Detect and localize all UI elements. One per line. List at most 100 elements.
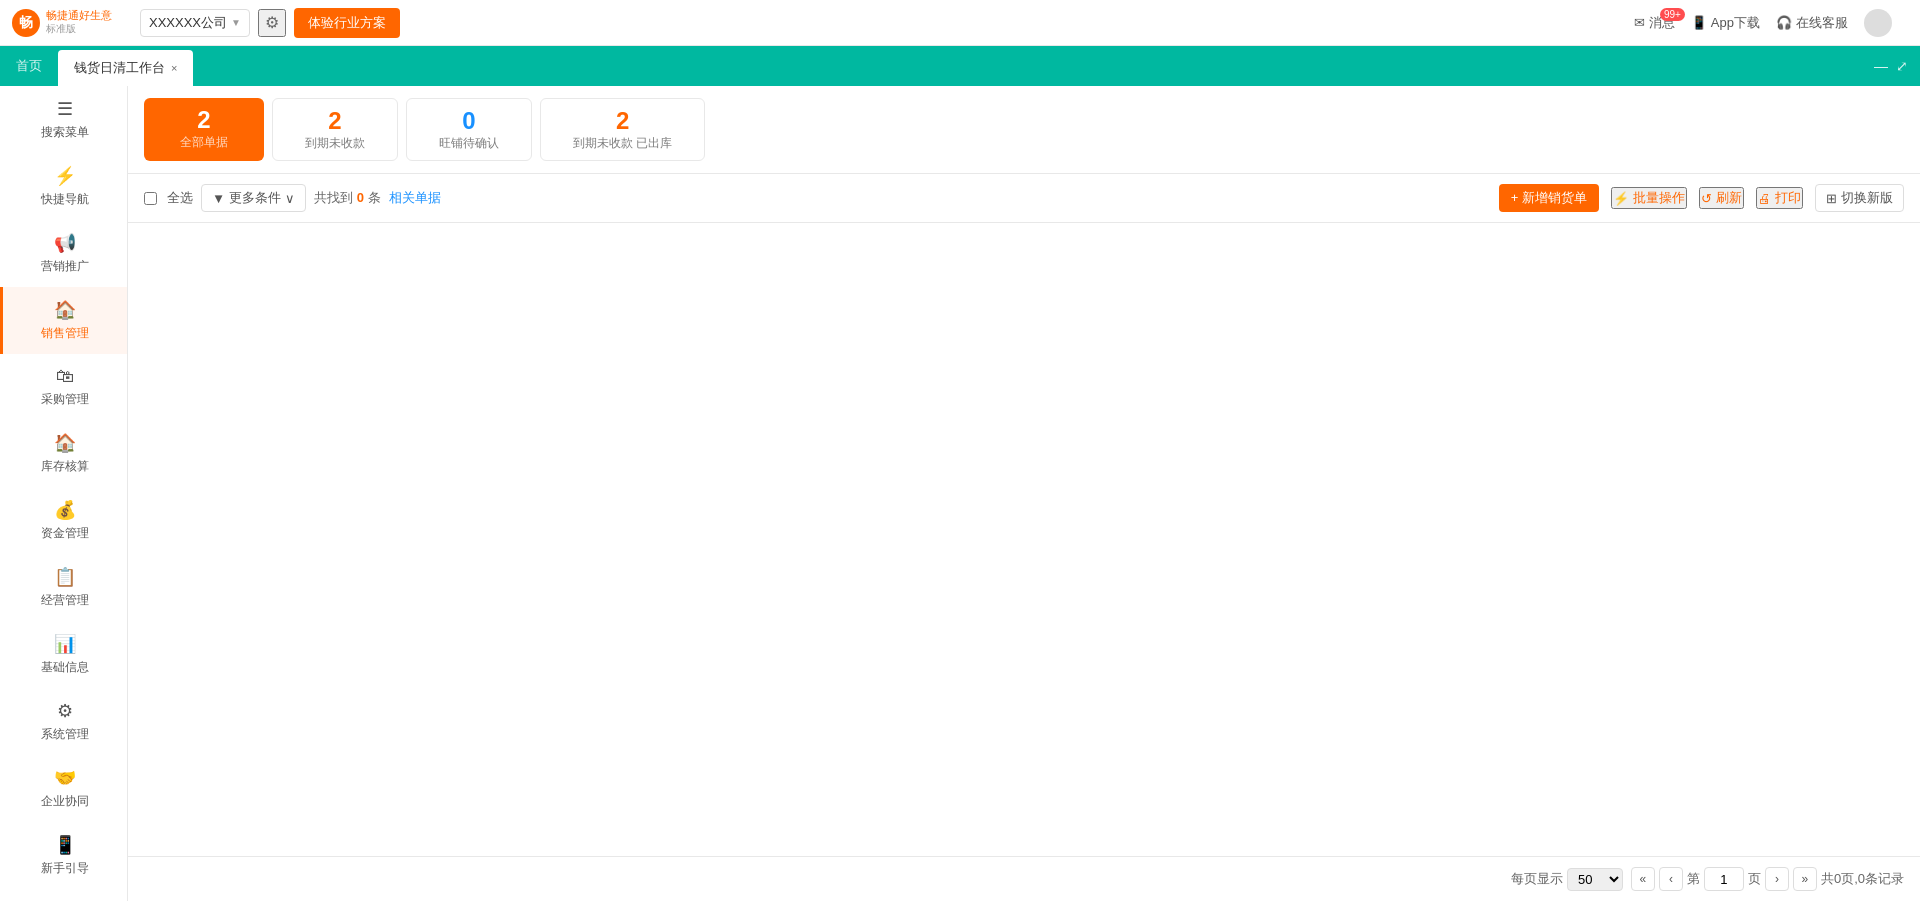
page-size-select[interactable]: 50 10 20 100 <box>1567 868 1623 891</box>
purchase-mgmt-icon: 🛍 <box>56 366 74 387</box>
online-service-action[interactable]: 🎧 在线客服 <box>1776 14 1848 32</box>
print-icon: 🖨 <box>1758 191 1771 206</box>
finance-icon: 💰 <box>54 499 76 521</box>
enterprise-coop-icon: 🤝 <box>54 767 76 789</box>
stat-number-overdue-unshipped: 2 <box>616 107 629 135</box>
logo-badge: 标准版 <box>46 22 112 36</box>
found-count: 0 <box>357 190 364 205</box>
switch-version-button[interactable]: ⊞ 切换新版 <box>1815 184 1904 212</box>
page-nav: « ‹ 第 页 › » 共0页,0条记录 <box>1631 867 1904 891</box>
sidebar-item-new-guide[interactable]: 📱 新手引导 <box>0 822 127 889</box>
company-name: XXXXXX公司 <box>149 14 227 32</box>
message-icon: ✉ <box>1634 15 1645 30</box>
filter-button[interactable]: ▼ 更多条件 ∨ <box>201 184 306 212</box>
sidebar-label-search-menu: 搜索菜单 <box>41 124 89 141</box>
sidebar-item-enterprise-coop[interactable]: 🤝 企业协同 <box>0 755 127 822</box>
close-tab-icon[interactable]: × <box>171 62 177 74</box>
prev-page-button[interactable]: ‹ <box>1659 867 1683 891</box>
filter-chevron-icon: ∨ <box>285 191 295 206</box>
logo-text: 畅捷通好生意 <box>46 9 112 22</box>
last-page-button[interactable]: » <box>1793 867 1817 891</box>
settings-button[interactable]: ⚙ <box>258 9 286 37</box>
stat-label-all: 全部单据 <box>180 134 228 151</box>
table-area <box>128 223 1920 856</box>
sidebar-item-quick-nav[interactable]: ⚡ 快捷导航 <box>0 153 127 220</box>
sidebar-item-app-center[interactable]: 🎁 应用中心 <box>0 889 127 901</box>
message-action[interactable]: ✉ 消息 99+ <box>1634 14 1675 32</box>
sidebar-label-basic-info: 基础信息 <box>41 659 89 676</box>
sidebar-label-sales-mgmt: 销售管理 <box>41 325 89 342</box>
first-page-button[interactable]: « <box>1631 867 1655 891</box>
sidebar-label-quick-nav: 快捷导航 <box>41 191 89 208</box>
found-unit: 条 <box>368 190 381 205</box>
trial-button[interactable]: 体验行业方案 <box>294 8 400 38</box>
refresh-icon: ↺ <box>1701 191 1712 206</box>
sidebar-item-purchase-mgmt[interactable]: 🛍 采购管理 <box>0 354 127 420</box>
toolbar-right: + 新增销货单 ⚡ 批量操作 ↺ 刷新 🖨 打印 ⊞ 切换新版 <box>1499 184 1904 212</box>
page-input[interactable] <box>1704 867 1744 891</box>
maximize-btn[interactable]: ⤢ <box>1896 58 1908 74</box>
sidebar-item-operations[interactable]: 📋 经营管理 <box>0 554 127 621</box>
sidebar-item-finance[interactable]: 💰 资金管理 <box>0 487 127 554</box>
home-tab[interactable]: 首页 <box>0 46 58 86</box>
sidebar: ☰ 搜索菜单 ⚡ 快捷导航 📢 营销推广 🏠 销售管理 🛍 采购管理 🏠 库存核… <box>0 86 128 901</box>
stat-card-pending-confirm[interactable]: 0 旺铺待确认 <box>406 98 532 161</box>
header-right: ✉ 消息 99+ 📱 App下载 🎧 在线客服 <box>1634 9 1908 37</box>
add-sales-order-button[interactable]: + 新增销货单 <box>1499 184 1599 212</box>
batch-operation-button[interactable]: ⚡ 批量操作 <box>1611 187 1687 209</box>
avatar[interactable] <box>1864 9 1892 37</box>
sidebar-label-enterprise-coop: 企业协同 <box>41 793 89 810</box>
page-suffix: 页 <box>1748 870 1761 888</box>
stat-label-overdue-unshipped: 到期未收款 已出库 <box>573 135 672 152</box>
logo-area: 畅 畅捷通好生意 标准版 <box>12 9 132 37</box>
switch-icon: ⊞ <box>1826 191 1837 206</box>
sidebar-item-system-mgmt[interactable]: ⚙ 系统管理 <box>0 688 127 755</box>
main-content: 2 全部单据 2 到期未收款 0 旺铺待确认 2 到期未收款 已出库 全选 <box>128 86 1920 901</box>
stat-card-overdue-unshipped[interactable]: 2 到期未收款 已出库 <box>540 98 705 161</box>
stat-card-all[interactable]: 2 全部单据 <box>144 98 264 161</box>
company-selector[interactable]: XXXXXX公司 ▼ <box>140 9 250 37</box>
sidebar-label-new-guide: 新手引导 <box>41 860 89 877</box>
refresh-label: 刷新 <box>1716 189 1742 207</box>
sidebar-item-sales-mgmt[interactable]: 🏠 销售管理 <box>0 287 127 354</box>
logo-icon: 畅 <box>12 9 40 37</box>
minimize-btn[interactable]: — <box>1874 58 1888 74</box>
sidebar-item-inventory[interactable]: 🏠 库存核算 <box>0 420 127 487</box>
toolbar: 全选 ▼ 更多条件 ∨ 共找到 0 条 相关单据 + 新增销货单 ⚡ 批量操作 <box>128 174 1920 223</box>
home-tab-label: 首页 <box>16 57 42 75</box>
sidebar-label-system-mgmt: 系统管理 <box>41 726 89 743</box>
active-tab-label: 钱货日清工作台 <box>74 59 165 77</box>
toolbar-left: 全选 ▼ 更多条件 ∨ 共找到 0 条 相关单据 <box>144 184 1491 212</box>
batch-icon: ⚡ <box>1613 191 1629 206</box>
app-layout: ☰ 搜索菜单 ⚡ 快捷导航 📢 营销推广 🏠 销售管理 🛍 采购管理 🏠 库存核… <box>0 86 1920 901</box>
sidebar-label-inventory: 库存核算 <box>41 458 89 475</box>
sidebar-item-marketing[interactable]: 📢 营销推广 <box>0 220 127 287</box>
select-all-checkbox[interactable] <box>144 192 157 205</box>
basic-info-icon: 📊 <box>54 633 76 655</box>
sidebar-item-basic-info[interactable]: 📊 基础信息 <box>0 621 127 688</box>
stats-bar: 2 全部单据 2 到期未收款 0 旺铺待确认 2 到期未收款 已出库 <box>128 86 1920 174</box>
sidebar-label-operations: 经营管理 <box>41 592 89 609</box>
page-prefix: 第 <box>1687 870 1700 888</box>
stat-number-all: 2 <box>197 106 210 134</box>
sidebar-item-search-menu[interactable]: ☰ 搜索菜单 <box>0 86 127 153</box>
sales-mgmt-icon: 🏠 <box>54 299 76 321</box>
stat-number-pending-confirm: 0 <box>462 107 475 135</box>
switch-label: 切换新版 <box>1841 189 1893 207</box>
app-download-icon: 📱 <box>1691 15 1707 30</box>
app-download-action[interactable]: 📱 App下载 <box>1691 14 1760 32</box>
online-service-icon: 🎧 <box>1776 15 1792 30</box>
page-size-selector: 每页显示 50 10 20 100 <box>1511 868 1623 891</box>
stat-card-overdue-unpaid[interactable]: 2 到期未收款 <box>272 98 398 161</box>
related-records-link[interactable]: 相关单据 <box>389 189 441 207</box>
next-page-button[interactable]: › <box>1765 867 1789 891</box>
active-tab[interactable]: 钱货日清工作台 × <box>58 50 193 86</box>
page-total: 共0页,0条记录 <box>1821 870 1904 888</box>
page-size-label: 每页显示 <box>1511 870 1563 888</box>
sidebar-label-marketing: 营销推广 <box>41 258 89 275</box>
stat-number-overdue-unpaid: 2 <box>328 107 341 135</box>
refresh-button[interactable]: ↺ 刷新 <box>1699 187 1744 209</box>
nav-tabs: 首页 钱货日清工作台 × — ⤢ <box>0 46 1920 86</box>
system-mgmt-icon: ⚙ <box>57 700 73 722</box>
print-button[interactable]: 🖨 打印 <box>1756 187 1803 209</box>
